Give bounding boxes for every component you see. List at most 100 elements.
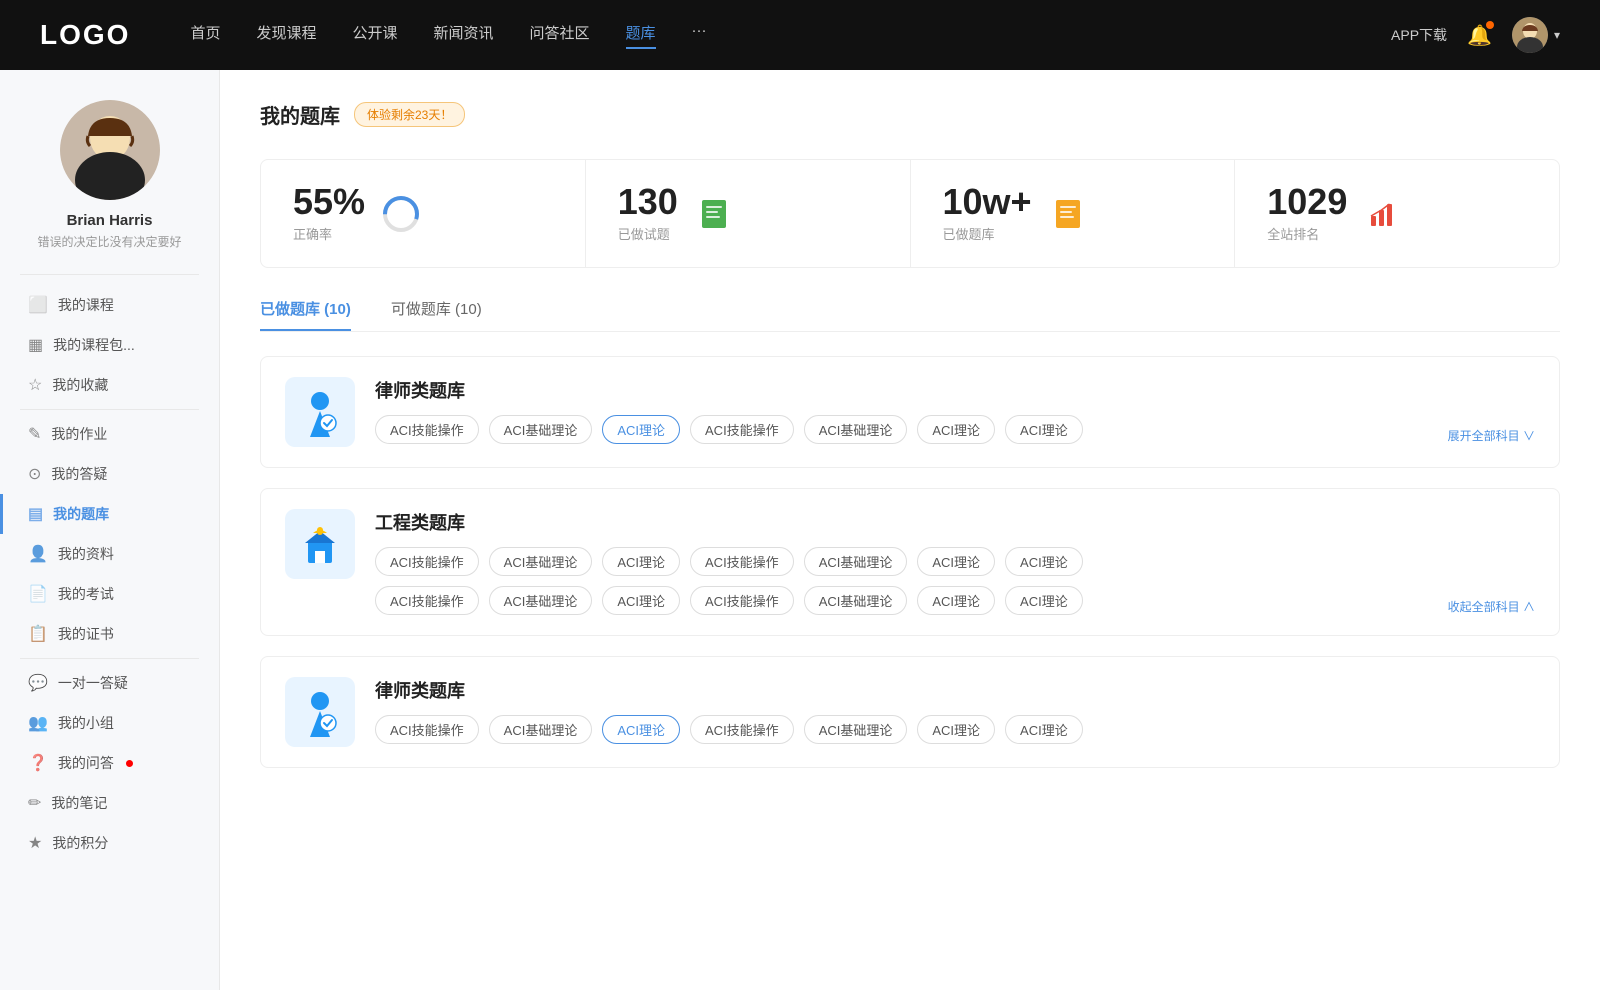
points-icon: ★: [28, 833, 42, 853]
tag-selected[interactable]: ACI理论: [602, 415, 680, 444]
tag[interactable]: ACI理论: [1005, 547, 1083, 576]
logo: LOGO: [40, 19, 130, 51]
nav-discover[interactable]: 发现课程: [256, 22, 316, 49]
sidebar-item-label: 我的笔记: [51, 793, 107, 813]
tutoring-icon: 💬: [28, 673, 48, 693]
user-avatar: [1512, 17, 1548, 53]
tag[interactable]: ACI理论: [917, 586, 995, 615]
tag[interactable]: ACI理论: [1005, 415, 1083, 444]
main-layout: Brian Harris 错误的决定比没有决定要好 ⬜ 我的课程 ▦ 我的课程包…: [0, 70, 1600, 990]
user-menu[interactable]: ▾: [1512, 17, 1560, 53]
tag[interactable]: ACI基础理论: [489, 547, 593, 576]
sidebar-item-course-package[interactable]: ▦ 我的课程包...: [0, 325, 219, 365]
main-nav: 首页 发现课程 公开课 新闻资讯 问答社区 题库 ···: [190, 22, 1391, 49]
stat-rank-label: 全站排名: [1267, 224, 1347, 243]
nav-bank[interactable]: 题库: [626, 22, 656, 49]
tag[interactable]: ACI理论: [1005, 715, 1083, 744]
bank-section-3: 律师类题库 ACI技能操作 ACI基础理论 ACI理论 ACI技能操作 ACI基…: [260, 656, 1560, 768]
profile-motto: 错误的决定比没有决定要好: [20, 233, 199, 250]
homework-icon: ✎: [28, 424, 41, 444]
stat-rank: 1029 全站排名: [1235, 160, 1559, 267]
notification-bell[interactable]: 🔔: [1467, 23, 1492, 48]
tag[interactable]: ACI基础理论: [804, 415, 908, 444]
bank-icon-lawyer-1: [285, 377, 355, 447]
stat-banks-number: 10w+: [943, 184, 1032, 220]
tag-selected[interactable]: ACI理论: [602, 715, 680, 744]
sidebar-item-label: 我的资料: [58, 544, 114, 564]
tag[interactable]: ACI技能操作: [375, 547, 479, 576]
menu-divider2: [20, 658, 199, 659]
nav-home[interactable]: 首页: [190, 22, 220, 49]
nav-news[interactable]: 新闻资讯: [434, 22, 494, 49]
page-title: 我的题库: [260, 100, 340, 129]
sidebar-item-exam[interactable]: 📄 我的考试: [0, 574, 219, 614]
tag[interactable]: ACI理论: [1005, 586, 1083, 615]
tag[interactable]: ACI理论: [917, 415, 995, 444]
tag[interactable]: ACI基础理论: [804, 547, 908, 576]
sidebar-item-label: 我的证书: [58, 624, 114, 644]
tag[interactable]: ACI基础理论: [489, 715, 593, 744]
tag[interactable]: ACI理论: [917, 547, 995, 576]
collapse-link-2[interactable]: 收起全部科目 ∧: [1448, 598, 1535, 615]
sidebar-item-questions[interactable]: ❓ 我的问答: [0, 743, 219, 783]
sidebar-item-label: 我的问答: [58, 753, 114, 773]
tag[interactable]: ACI技能操作: [375, 715, 479, 744]
profile-name: Brian Harris: [20, 212, 199, 229]
stat-banks-label: 已做题库: [943, 224, 1032, 243]
stat-accuracy-number: 55%: [293, 184, 365, 220]
sidebar-item-bank[interactable]: ▤ 我的题库: [0, 494, 219, 534]
tag[interactable]: ACI技能操作: [690, 715, 794, 744]
app-download-button[interactable]: APP下载: [1391, 25, 1447, 45]
tag[interactable]: ACI技能操作: [690, 415, 794, 444]
sidebar-item-label: 我的小组: [58, 713, 114, 733]
tab-available[interactable]: 可做题库 (10): [391, 298, 482, 331]
unread-dot: [126, 760, 133, 767]
navbar-right: APP下载 🔔 ▾: [1391, 17, 1560, 53]
sidebar-item-homework[interactable]: ✎ 我的作业: [0, 414, 219, 454]
tag[interactable]: ACI基础理论: [489, 415, 593, 444]
sidebar-item-tutoring[interactable]: 💬 一对一答疑: [0, 663, 219, 703]
sidebar-item-label: 我的收藏: [52, 375, 108, 395]
tag[interactable]: ACI基础理论: [804, 715, 908, 744]
bank-section-2: 工程类题库 ACI技能操作 ACI基础理论 ACI理论 ACI技能操作 ACI基…: [260, 488, 1560, 636]
exam-icon: 📄: [28, 584, 48, 604]
bank-name-2: 工程类题库: [375, 509, 1535, 535]
sidebar-item-certificate[interactable]: 📋 我的证书: [0, 614, 219, 654]
trial-badge: 体验剩余23天！: [354, 102, 465, 127]
profile-section: Brian Harris 错误的决定比没有决定要好: [0, 100, 219, 274]
bank-icon: ▤: [28, 504, 43, 524]
tag[interactable]: ACI技能操作: [690, 586, 794, 615]
bank-section-1: 律师类题库 ACI技能操作 ACI基础理论 ACI理论 ACI技能操作 ACI基…: [260, 356, 1560, 468]
sidebar-item-profile[interactable]: 👤 我的资料: [0, 534, 219, 574]
tag[interactable]: ACI基础理论: [489, 586, 593, 615]
tag[interactable]: ACI理论: [917, 715, 995, 744]
tag[interactable]: ACI基础理论: [804, 586, 908, 615]
bank-icon-lawyer-2: [285, 677, 355, 747]
nav-open-course[interactable]: 公开课: [352, 22, 397, 49]
package-icon: ▦: [28, 335, 43, 355]
tag[interactable]: ACI技能操作: [375, 415, 479, 444]
nav-more[interactable]: ···: [692, 22, 707, 49]
sidebar-item-favorites[interactable]: ☆ 我的收藏: [0, 365, 219, 405]
sidebar-item-group[interactable]: 👥 我的小组: [0, 703, 219, 743]
sidebar-item-points[interactable]: ★ 我的积分: [0, 823, 219, 863]
expand-link-1[interactable]: 展开全部科目 ∨: [1448, 427, 1535, 444]
pie-chart-icon: [381, 194, 421, 234]
nav-qa[interactable]: 问答社区: [530, 22, 590, 49]
sidebar-item-qa[interactable]: ⊙ 我的答疑: [0, 454, 219, 494]
course-icon: ⬜: [28, 295, 48, 315]
tags-row-3: ACI技能操作 ACI基础理论 ACI理论 ACI技能操作 ACI基础理论 AC…: [375, 715, 1535, 744]
tab-done[interactable]: 已做题库 (10): [260, 298, 351, 331]
stat-rank-number: 1029: [1267, 184, 1347, 220]
note-green-icon: [694, 194, 734, 234]
tag[interactable]: ACI理论: [602, 547, 680, 576]
sidebar-item-course[interactable]: ⬜ 我的课程: [0, 285, 219, 325]
cert-icon: 📋: [28, 624, 48, 644]
tag[interactable]: ACI技能操作: [690, 547, 794, 576]
tag[interactable]: ACI技能操作: [375, 586, 479, 615]
sidebar-item-label: 我的课程包...: [53, 335, 135, 355]
group-icon: 👥: [28, 713, 48, 733]
tag[interactable]: ACI理论: [602, 586, 680, 615]
sidebar-item-notes[interactable]: ✏ 我的笔记: [0, 783, 219, 823]
stats-row: 55% 正确率 130 已做试题: [260, 159, 1560, 268]
